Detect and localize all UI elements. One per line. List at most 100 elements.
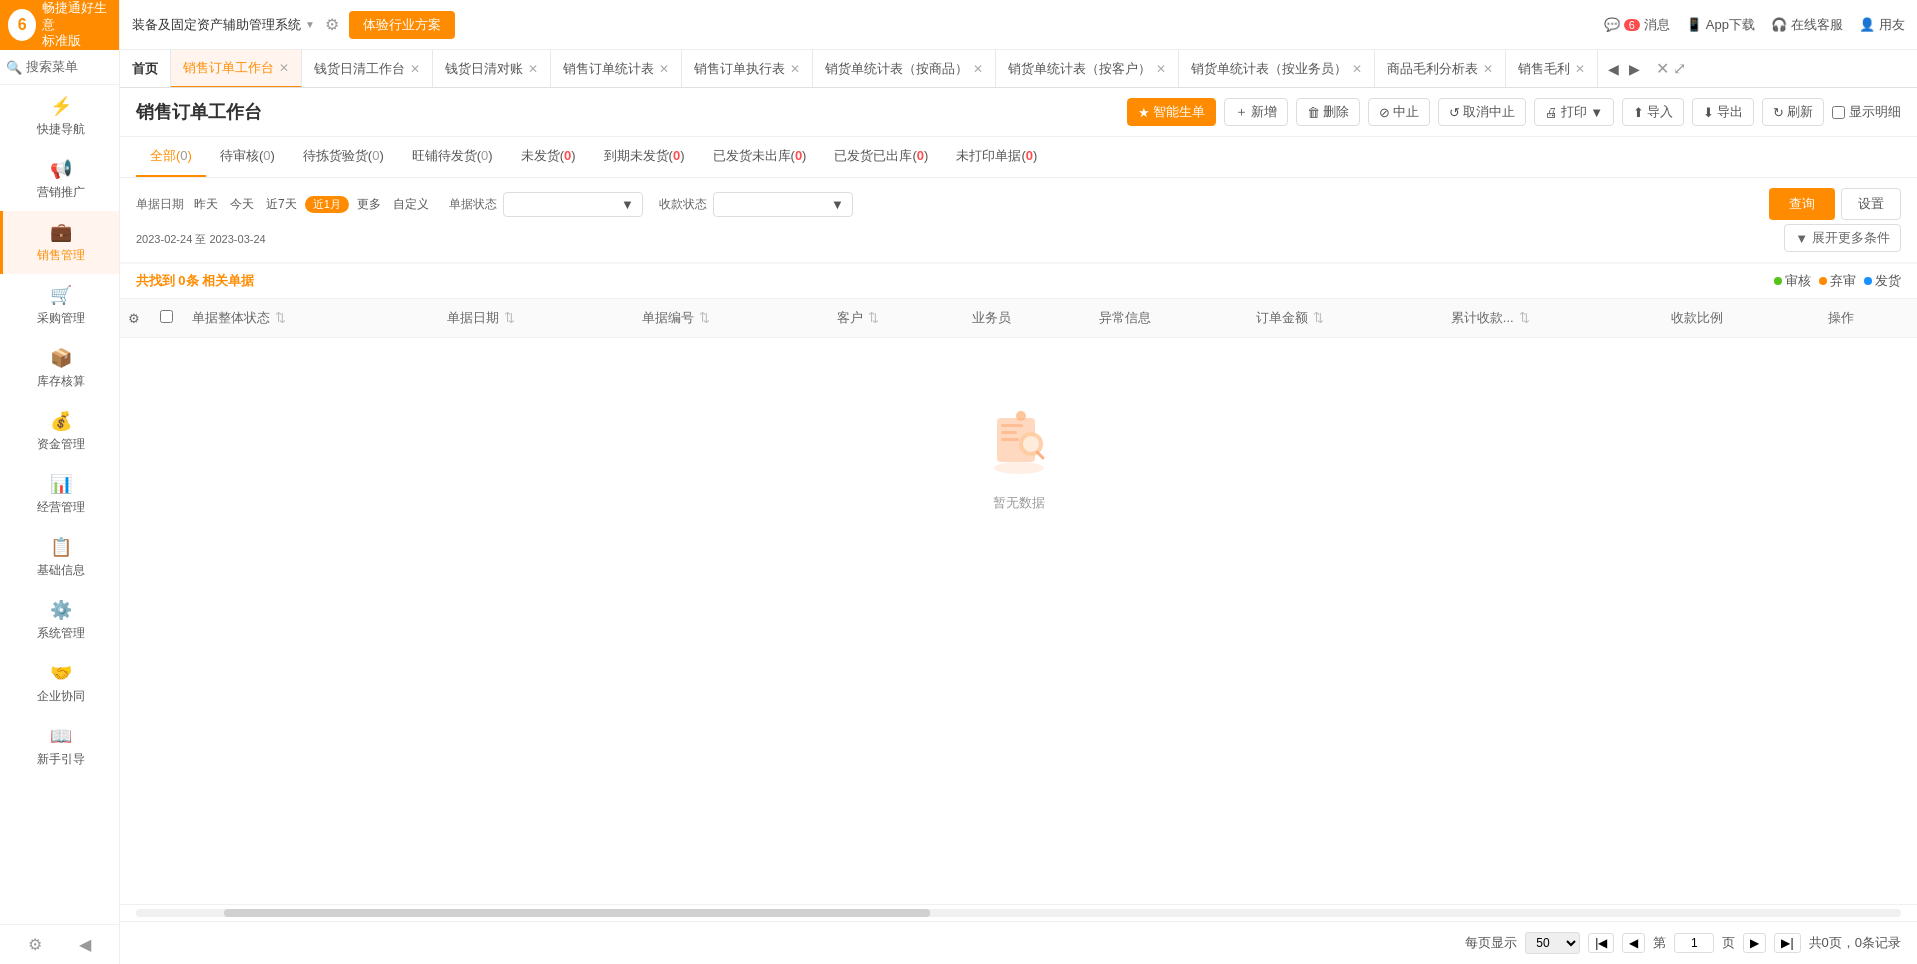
export-button[interactable]: ⬇ 导出 (1692, 98, 1754, 126)
refresh-button[interactable]: ↻ 刷新 (1762, 98, 1824, 126)
tab-sales-summary-staff[interactable]: 销货单统计表（按业务员） ✕ (1179, 50, 1375, 88)
tab-close-sales-summary-customer[interactable]: ✕ (1156, 62, 1166, 76)
sidebar-item-cooperation[interactable]: 🤝 企业协同 (0, 652, 119, 715)
tab-sales-more[interactable]: 销售毛利 ✕ (1506, 50, 1598, 88)
topbar-online-service[interactable]: 🎧 在线客服 (1771, 16, 1843, 34)
subtab-wangpu-pending[interactable]: 旺铺待发货(0) (398, 137, 507, 177)
per-page-select[interactable]: 10 20 50 100 (1525, 932, 1580, 954)
subtab-expired-not-shipped[interactable]: 到期未发货(0) (590, 137, 699, 177)
subtab-shipped-out[interactable]: 已发货已出库(0) (820, 137, 942, 177)
tab-close-sales-more[interactable]: ✕ (1575, 62, 1585, 76)
next-page-button[interactable]: ▶ (1743, 933, 1766, 953)
first-page-button[interactable]: |◀ (1588, 933, 1614, 953)
sidebar-item-sales[interactable]: 💼 销售管理 (0, 211, 119, 274)
tab-cash-reconcile[interactable]: 钱货日清对账 ✕ (433, 50, 551, 88)
tab-sales-summary-product[interactable]: 销货单统计表（按商品） ✕ (813, 50, 996, 88)
sidebar-settings-icon[interactable]: ⚙ (28, 935, 42, 954)
tab-maximize-icon[interactable]: ⤢ (1673, 59, 1686, 78)
sidebar-item-marketing[interactable]: 📢 营销推广 (0, 148, 119, 211)
scroll-track (136, 909, 1901, 917)
sidebar-item-purchase[interactable]: 🛒 采购管理 (0, 274, 119, 337)
tab-sales-stat[interactable]: 销售订单统计表 ✕ (551, 50, 682, 88)
sort-date-icon[interactable]: ⇅ (504, 310, 515, 325)
column-settings-icon[interactable]: ⚙ (128, 311, 140, 326)
sidebar-item-guide[interactable]: 📖 新手引导 (0, 715, 119, 778)
cancel-stop-button[interactable]: ↺ 取消中止 (1438, 98, 1526, 126)
subtab-pending-review[interactable]: 待审核(0) (206, 137, 289, 177)
topbar-cta-button[interactable]: 体验行业方案 (349, 11, 455, 39)
review-action-btn[interactable]: 审核 (1774, 272, 1811, 290)
topbar-settings-icon[interactable]: ⚙ (325, 15, 339, 34)
date-option-7days[interactable]: 近7天 (262, 194, 301, 215)
last-page-button[interactable]: ▶| (1774, 933, 1800, 953)
tab-sales-exec[interactable]: 销售订单执行表 ✕ (682, 50, 813, 88)
sidebar-item-base-info[interactable]: 📋 基础信息 (0, 526, 119, 589)
tab-home[interactable]: 首页 (120, 50, 171, 88)
sort-number-icon[interactable]: ⇅ (699, 310, 710, 325)
tab-sales-workbench[interactable]: 销售订单工作台 ✕ (171, 50, 302, 88)
tab-close-margin-analysis[interactable]: ✕ (1483, 62, 1493, 76)
sidebar-search[interactable]: 🔍 搜索菜单 (0, 50, 119, 85)
subtab-shipped-not-out[interactable]: 已发货未出库(0) (699, 137, 821, 177)
date-option-custom[interactable]: 自定义 (389, 194, 433, 215)
scroll-thumb[interactable] (224, 909, 930, 917)
tab-close-cash-clear[interactable]: ✕ (410, 62, 420, 76)
page-number-input[interactable] (1674, 933, 1714, 953)
date-option-more[interactable]: 更多 (353, 194, 385, 215)
sidebar-item-inventory[interactable]: 📦 库存核算 (0, 337, 119, 400)
cooperation-icon: 🤝 (50, 662, 72, 684)
tab-prev-icon[interactable]: ◀ (1604, 59, 1623, 79)
sort-amount-icon[interactable]: ⇅ (1313, 310, 1324, 325)
sidebar-item-operations[interactable]: 📊 经营管理 (0, 463, 119, 526)
sidebar-item-system[interactable]: ⚙️ 系统管理 (0, 589, 119, 652)
sidebar-item-quick-nav[interactable]: ⚡ 快捷导航 (0, 85, 119, 148)
show-detail-checkbox-label[interactable]: 显示明细 (1832, 103, 1901, 121)
tab-close-sales-workbench[interactable]: ✕ (279, 61, 289, 75)
prev-page-button[interactable]: ◀ (1622, 933, 1645, 953)
tab-close-cash-reconcile[interactable]: ✕ (528, 62, 538, 76)
horizontal-scrollbar[interactable] (120, 904, 1917, 921)
subtab-all[interactable]: 全部(0) (136, 137, 206, 177)
filter-status-select[interactable]: ▼ (503, 192, 643, 217)
sidebar-item-finance[interactable]: 💰 资金管理 (0, 400, 119, 463)
subtab-not-printed[interactable]: 未打印单据(0) (942, 137, 1051, 177)
subtab-pending-inspect[interactable]: 待拣货验货(0) (289, 137, 398, 177)
settings-button[interactable]: 设置 (1841, 188, 1901, 220)
tab-minimize-icon[interactable]: ✕ (1656, 59, 1669, 78)
print-button[interactable]: 🖨 打印 ▼ (1534, 98, 1614, 126)
date-option-today[interactable]: 今天 (226, 194, 258, 215)
tab-close-sales-summary-staff[interactable]: ✕ (1352, 62, 1362, 76)
show-detail-checkbox[interactable] (1832, 106, 1845, 119)
filter-date-item: 单据日期 昨天 今天 近7天 近1月 更多 自定义 (136, 194, 433, 215)
import-button[interactable]: ⬆ 导入 (1622, 98, 1684, 126)
select-all-checkbox[interactable] (160, 310, 173, 323)
tab-cash-clear[interactable]: 钱货日清工作台 ✕ (302, 50, 433, 88)
sort-customer-icon[interactable]: ⇅ (868, 310, 879, 325)
th-checkbox[interactable] (152, 299, 184, 338)
stop-button[interactable]: ⊘ 中止 (1368, 98, 1430, 126)
tab-margin-analysis[interactable]: 商品毛利分析表 ✕ (1375, 50, 1506, 88)
topbar-user[interactable]: 👤 用友 (1859, 16, 1905, 34)
tab-next-icon[interactable]: ▶ (1625, 59, 1644, 79)
delete-button[interactable]: 🗑 删除 (1296, 98, 1360, 126)
ship-action-btn[interactable]: 发货 (1864, 272, 1901, 290)
query-button[interactable]: 查询 (1769, 188, 1835, 220)
th-settings[interactable]: ⚙ (120, 299, 152, 338)
tab-sales-summary-customer[interactable]: 销货单统计表（按客户） ✕ (996, 50, 1179, 88)
filter-payment-select[interactable]: ▼ (713, 192, 853, 217)
topbar-app-download[interactable]: 📱 App下载 (1686, 16, 1755, 34)
subtab-not-shipped[interactable]: 未发货(0) (507, 137, 590, 177)
tab-close-sales-summary-product[interactable]: ✕ (973, 62, 983, 76)
date-option-yesterday[interactable]: 昨天 (190, 194, 222, 215)
tab-close-sales-exec[interactable]: ✕ (790, 62, 800, 76)
tab-close-sales-stat[interactable]: ✕ (659, 62, 669, 76)
sort-collected-icon[interactable]: ⇅ (1519, 310, 1530, 325)
add-button[interactable]: ＋ 新增 (1224, 98, 1288, 126)
expand-conditions-button[interactable]: ▼ 展开更多条件 (1784, 224, 1901, 252)
sidebar-collapse-icon[interactable]: ◀ (79, 935, 91, 954)
abandon-review-action-btn[interactable]: 弃审 (1819, 272, 1856, 290)
smart-create-button[interactable]: ★ 智能生单 (1127, 98, 1216, 126)
date-option-1month[interactable]: 近1月 (305, 196, 349, 213)
sort-status-icon[interactable]: ⇅ (275, 310, 286, 325)
topbar-messages[interactable]: 💬 6 消息 (1604, 16, 1670, 34)
